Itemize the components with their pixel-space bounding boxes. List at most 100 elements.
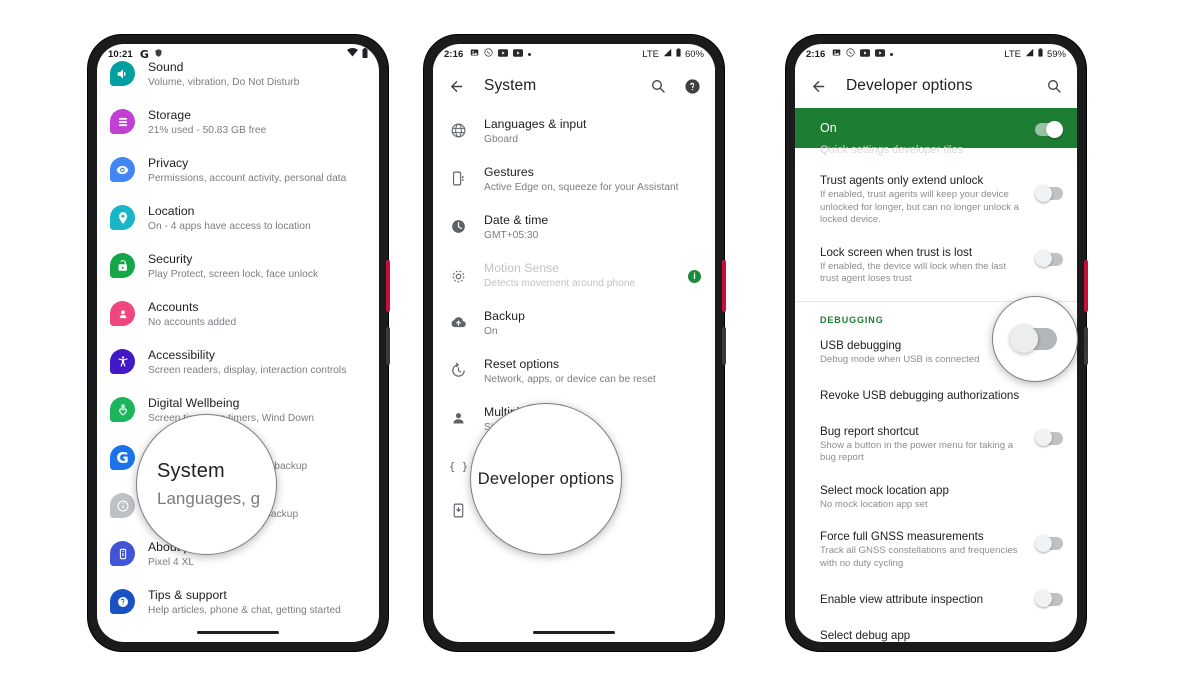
settings-row-accessibility[interactable]: Accessibility Screen readers, display, i… [97,339,379,387]
row-title: Tips & support [148,588,227,602]
app-bar-3: Developer options [795,64,1077,108]
row-subtitle: Play Protect, screen lock, face unlock [148,269,319,280]
status-bar-3: 2:16 LTE 59% [795,44,1077,64]
settings-row-accounts[interactable]: Accounts No accounts added [97,291,379,339]
power-button[interactable] [722,260,726,312]
magnifier-circle-developer-options: Developer options [470,403,622,555]
settings-row-privacy[interactable]: Privacy Permissions, account activity, p… [97,147,379,195]
row-title: Accessibility [148,348,216,362]
row-subtitle: Active Edge on, squeeze for your Assista… [484,182,679,193]
back-arrow-icon[interactable] [808,76,828,96]
row-subtitle: If enabled, trust agents will keep your … [820,189,1019,226]
reset-history-icon [446,358,471,383]
row-subtitle: Pixel 4 XL [148,557,195,568]
developer-options-master-toggle-row[interactable]: On [795,108,1077,148]
youtube-icon [860,48,871,60]
magnified-usb-debugging-toggle[interactable] [1010,325,1057,353]
view-attribute-toggle[interactable] [1035,590,1063,608]
master-toggle[interactable] [1035,120,1063,138]
youtube-icon [498,48,509,60]
help-circle-icon[interactable] [682,76,702,96]
wifi-icon [347,48,358,60]
settings-row-security[interactable]: Security Play Protect, screen lock, face… [97,243,379,291]
info-badge[interactable]: i [688,269,701,283]
row-title: Reset options [484,357,560,371]
volume-button[interactable] [722,327,726,365]
trust-agents-toggle[interactable] [1035,184,1063,202]
photo-icon [470,48,479,60]
whatsapp-icon [846,48,856,60]
settings-row-tips-support[interactable]: Tips & support Help articles, phone & ch… [97,579,379,627]
row-subtitle: Detects movement around phone [484,278,636,289]
magnified-title: Developer options [477,469,615,488]
row-title: Enable view attribute inspection [820,592,984,606]
network-type: LTE [1004,48,1021,60]
bug-report-toggle[interactable] [1035,429,1063,447]
row-title: Date & time [484,213,549,227]
youtube-icon [513,48,524,60]
battery-percent: 60% [684,48,704,60]
row-subtitle: On [484,326,498,337]
system-row-languages-input[interactable]: Languages & input Gboard [433,108,715,156]
row-title: Revoke USB debugging authorizations [820,388,1020,402]
dev-row-lock-screen-trust[interactable]: Lock screen when trust is lost If enable… [795,236,1077,295]
help-icon [110,589,135,614]
volume-button[interactable] [386,327,390,365]
globe-icon [446,118,471,143]
shield-icon [154,48,163,61]
status-time: 10:21 [108,48,133,60]
row-title: Lock screen when trust is lost [820,245,973,259]
system-row-motion-sense[interactable]: Motion Sense Detects movement around pho… [433,252,715,300]
power-button[interactable] [1084,260,1088,312]
dev-row-mock-location[interactable]: Select mock location app No mock locatio… [795,474,1077,521]
home-indicator[interactable] [197,631,279,634]
google-system-icon: G [110,445,135,470]
battery-icon [1038,48,1043,60]
row-title: Languages & input [484,117,587,131]
security-lock-icon [110,253,135,278]
home-indicator[interactable] [533,631,615,634]
motion-sense-icon [446,264,471,289]
row-title: Backup [484,309,525,323]
page-title: Developer options [846,77,973,94]
row-title: Motion Sense [484,261,560,275]
dev-row-view-attribute-inspection[interactable]: Enable view attribute inspection [795,580,1077,619]
screenshot-root: 10:21 G Sound Volume, vibration, Do Not … [0,0,1184,686]
phone-2-frame: 2:16 LTE 60% System Languages & input Gb… [424,35,726,651]
row-title: Accounts [148,300,199,314]
row-subtitle: Help articles, phone & chat, getting sta… [148,605,341,616]
lock-screen-trust-toggle[interactable] [1035,250,1063,268]
system-row-backup[interactable]: Backup On [433,300,715,348]
network-type: LTE [642,48,659,60]
cloud-upload-icon [446,310,471,335]
status-time: 2:16 [806,48,826,60]
magnified-subtitle: Languages, g [157,489,261,508]
settings-row-storage[interactable]: Storage 21% used - 50.83 GB free [97,99,379,147]
storage-icon [110,109,135,134]
row-title: Sound [148,60,184,74]
power-button[interactable] [386,260,390,312]
system-row-reset-options[interactable]: Reset options Network, apps, or device c… [433,348,715,396]
search-icon[interactable] [648,76,668,96]
battery-icon [676,48,681,60]
dev-row-select-debug-app[interactable]: Select debug app No debug application se… [795,619,1077,642]
magnified-title: System [157,460,225,482]
dev-row-force-full-gnss[interactable]: Force full GNSS measurements Track all G… [795,520,1077,579]
dev-row-bug-report-shortcut[interactable]: Bug report shortcut Show a button in the… [795,415,1077,474]
force-gnss-toggle[interactable] [1035,534,1063,552]
volume-button[interactable] [1084,327,1088,365]
battery-icon [362,47,368,61]
row-subtitle: 21% used - 50.83 GB free [148,125,267,136]
dev-row-trust-agents[interactable]: Trust agents only extend unlock If enabl… [795,164,1077,236]
settings-row-location[interactable]: Location On - 4 apps have access to loca… [97,195,379,243]
search-icon[interactable] [1044,76,1064,96]
system-row-date-time[interactable]: Date & time GMT+05:30 [433,204,715,252]
row-subtitle: Network, apps, or device can be reset [484,374,656,385]
row-title: Security [148,252,193,266]
magnifier-circle-system: System Languages, g [136,414,277,555]
whatsapp-icon [484,48,494,60]
system-row-gestures[interactable]: Gestures Active Edge on, squeeze for you… [433,156,715,204]
page-title: System [484,77,537,94]
back-arrow-icon[interactable] [446,76,466,96]
wellbeing-heart-icon [110,397,135,422]
